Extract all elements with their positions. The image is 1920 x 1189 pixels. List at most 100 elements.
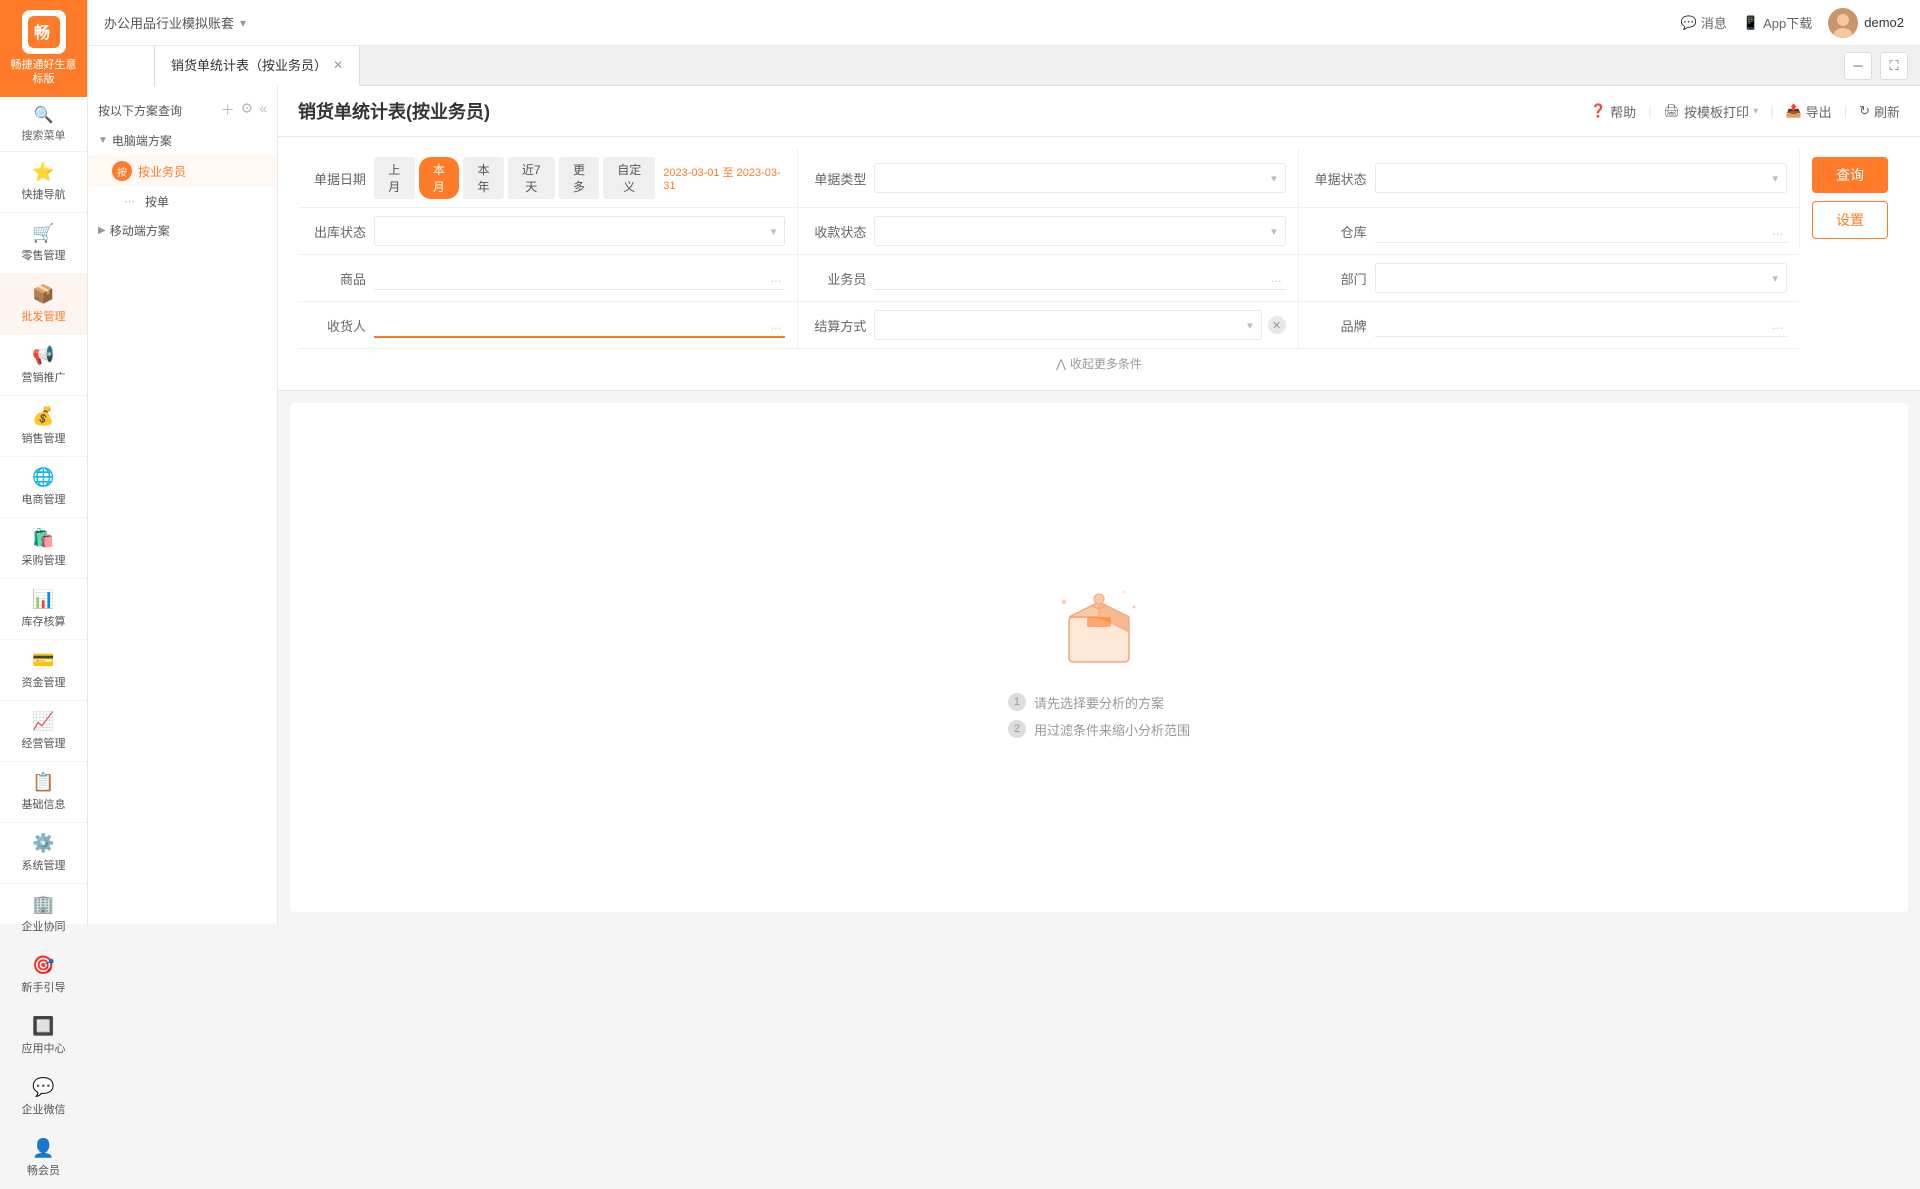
tab-home[interactable]: 首页 <box>88 46 155 86</box>
consignee-ellipsis[interactable]: ... <box>770 317 781 332</box>
sidebar-search[interactable]: 🔍 搜索菜单 <box>0 97 87 152</box>
empty-step-1: 1 请先选择要分析的方案 <box>1008 693 1190 712</box>
step-2-num: 2 <box>1008 720 1026 738</box>
export-button[interactable]: 📤 导出 <box>1785 102 1831 121</box>
collapse-button[interactable]: ⋀ 收起更多条件 <box>298 349 1900 378</box>
main-area: 办公用品行业模拟账套 ▾ 💬 消息 📱 App下载 de <box>88 0 1920 924</box>
brand-input[interactable]: ... <box>1375 313 1787 337</box>
refresh-label: 刷新 <box>1874 102 1900 121</box>
mobile-scheme-header[interactable]: ▶ 移动端方案 <box>88 216 277 245</box>
refresh-icon: ↻ <box>1859 103 1870 119</box>
desktop-scheme-chevron: ▼ <box>98 135 108 146</box>
divider-1: | <box>1648 104 1651 119</box>
warehouse-ellipsis[interactable]: ... <box>1772 223 1783 238</box>
sidebar-item-sales[interactable]: 💰 销售管理 <box>0 396 87 457</box>
tab-maximize-button[interactable]: ⛶ <box>1880 52 1908 80</box>
step-1-text: 请先选择要分析的方案 <box>1034 693 1164 712</box>
sidebar-item-newbie[interactable]: 🎯 新手引导 <box>0 945 87 1006</box>
date-custom[interactable]: 自定义 <box>603 157 655 199</box>
add-scheme-icon[interactable]: ＋ <box>221 100 235 120</box>
date-more[interactable]: 更多 <box>559 157 600 199</box>
sidebar-item-basic[interactable]: 📋 基础信息 <box>0 762 87 823</box>
sidebar-item-operations[interactable]: 📈 经营管理 <box>0 701 87 762</box>
left-panel-title: 按以下方案查询 <box>98 102 182 119</box>
sidebar-search-label: 搜索菜单 <box>22 127 66 143</box>
message-button[interactable]: 💬 消息 <box>1681 13 1727 32</box>
dept-select[interactable]: ▾ <box>1375 263 1787 293</box>
dept-arrow: ▾ <box>1772 272 1778 285</box>
scheme-by-staff[interactable]: 按 按业务员 <box>88 155 277 187</box>
sidebar-item-system[interactable]: ⚙️ 系统管理 <box>0 823 87 884</box>
template-print-button[interactable]: 🖨 按模板打印 ▾ <box>1664 102 1759 121</box>
sidebar-marketing-label: 营销推广 <box>22 369 66 385</box>
collapse-panel-icon[interactable]: « <box>259 100 267 120</box>
refresh-button[interactable]: ↻ 刷新 <box>1859 102 1900 121</box>
sidebar-item-wechat[interactable]: 💬 企业微信 <box>0 1067 87 1128</box>
mobile-icon: 📱 <box>1743 15 1759 31</box>
template-print-label: 按模板打印 <box>1684 102 1749 121</box>
sidebar-item-ecommerce[interactable]: 🌐 电商管理 <box>0 457 87 518</box>
payment-cell: 结算方式 ▾ ✕ <box>798 302 1298 348</box>
date-7days[interactable]: 近7天 <box>508 157 555 199</box>
date-range-display: 2023-03-01 至 2023-03-31 <box>663 164 785 192</box>
date-last-month[interactable]: 上月 <box>374 157 415 199</box>
marketing-icon: 📢 <box>32 345 54 366</box>
out-status-label: 出库状态 <box>310 222 366 241</box>
logo-text: 畅捷通好生意标版 <box>11 58 77 87</box>
sidebar-item-apps[interactable]: 🔲 应用中心 <box>0 1006 87 1067</box>
goods-input[interactable]: ... <box>374 266 785 290</box>
sidebar-item-wholesale[interactable]: 📦 批发管理 <box>0 274 87 335</box>
doc-status-label: 单据状态 <box>1311 169 1367 188</box>
receipt-status-select[interactable]: ▾ <box>874 216 1285 246</box>
scheme-by-order[interactable]: ⋯ 按单 <box>88 187 277 216</box>
settings-button[interactable]: 设置 <box>1812 201 1888 239</box>
sidebar-item-marketing[interactable]: 📢 营销推广 <box>0 335 87 396</box>
desktop-scheme-header[interactable]: ▼ 电脑端方案 <box>88 126 277 155</box>
tab-close-icon[interactable]: ✕ <box>333 58 343 72</box>
scheme-by-order-label: 按单 <box>145 193 169 210</box>
out-status-select[interactable]: ▾ <box>374 216 785 246</box>
sidebar-item-member[interactable]: 👤 畅会员 <box>0 1128 87 1189</box>
date-this-year[interactable]: 本年 <box>463 157 504 199</box>
sidebar-item-finance[interactable]: 💳 资金管理 <box>0 640 87 701</box>
breadcrumb-dropdown-icon[interactable]: ▾ <box>240 16 246 30</box>
receipt-status-label: 收款状态 <box>810 222 866 241</box>
sidebar-item-shortcut[interactable]: ⭐ 快捷导航 <box>0 152 87 213</box>
sidebar-wechat-label: 企业微信 <box>22 1101 66 1117</box>
staff-input[interactable]: ... <box>874 266 1285 290</box>
warehouse-input[interactable]: ... <box>1375 219 1787 243</box>
goods-ellipsis[interactable]: ... <box>770 270 781 285</box>
doc-status-select[interactable]: ▾ <box>1375 163 1787 193</box>
collapse-icon: ⋀ <box>1056 357 1066 371</box>
user-menu[interactable]: demo2 <box>1828 8 1904 38</box>
sidebar-logo[interactable]: 畅 畅捷通好生意标版 <box>0 0 87 97</box>
date-this-month[interactable]: 本月 <box>419 157 460 199</box>
scheme-by-staff-label: 按业务员 <box>138 163 186 180</box>
sidebar-item-enterprise[interactable]: 🏢 企业协同 <box>0 884 87 945</box>
tabbar-actions: ─ ⛶ <box>1844 52 1920 80</box>
settings-scheme-icon[interactable]: ⚙ <box>241 100 254 120</box>
payment-clear-icon[interactable]: ✕ <box>1268 316 1286 334</box>
tab-minimize-button[interactable]: ─ <box>1844 52 1872 80</box>
empty-steps: 1 请先选择要分析的方案 2 用过滤条件来缩小分析范围 <box>1008 693 1190 739</box>
brand-ellipsis[interactable]: ... <box>1772 317 1783 332</box>
tabbar: 首页 销货单统计表（按业务员） ✕ ─ ⛶ <box>88 46 1920 86</box>
payment-select[interactable]: ▾ <box>874 310 1261 340</box>
date-label: 单据日期 <box>310 169 366 188</box>
template-print-arrow[interactable]: ▾ <box>1753 106 1758 117</box>
sidebar-apps-label: 应用中心 <box>22 1040 66 1056</box>
sidebar-item-inventory[interactable]: 📊 库存核算 <box>0 579 87 640</box>
sidebar-item-purchase[interactable]: 🛍️ 采购管理 <box>0 518 87 579</box>
empty-step-2: 2 用过滤条件来缩小分析范围 <box>1008 720 1190 739</box>
help-icon: ❓ <box>1590 103 1606 119</box>
wholesale-icon: 📦 <box>32 284 54 305</box>
sidebar-item-retail[interactable]: 🛒 零售管理 <box>0 213 87 274</box>
consignee-input[interactable]: ... <box>374 313 785 338</box>
staff-ellipsis[interactable]: ... <box>1271 270 1282 285</box>
help-button[interactable]: ❓ 帮助 <box>1590 102 1636 121</box>
wechat-icon: 💬 <box>32 1077 54 1098</box>
query-button[interactable]: 查询 <box>1812 157 1888 193</box>
app-download-button[interactable]: 📱 App下载 <box>1743 13 1812 32</box>
tab-sales-stat[interactable]: 销货单统计表（按业务员） ✕ <box>155 46 360 86</box>
doc-type-select[interactable]: ▾ <box>874 163 1285 193</box>
